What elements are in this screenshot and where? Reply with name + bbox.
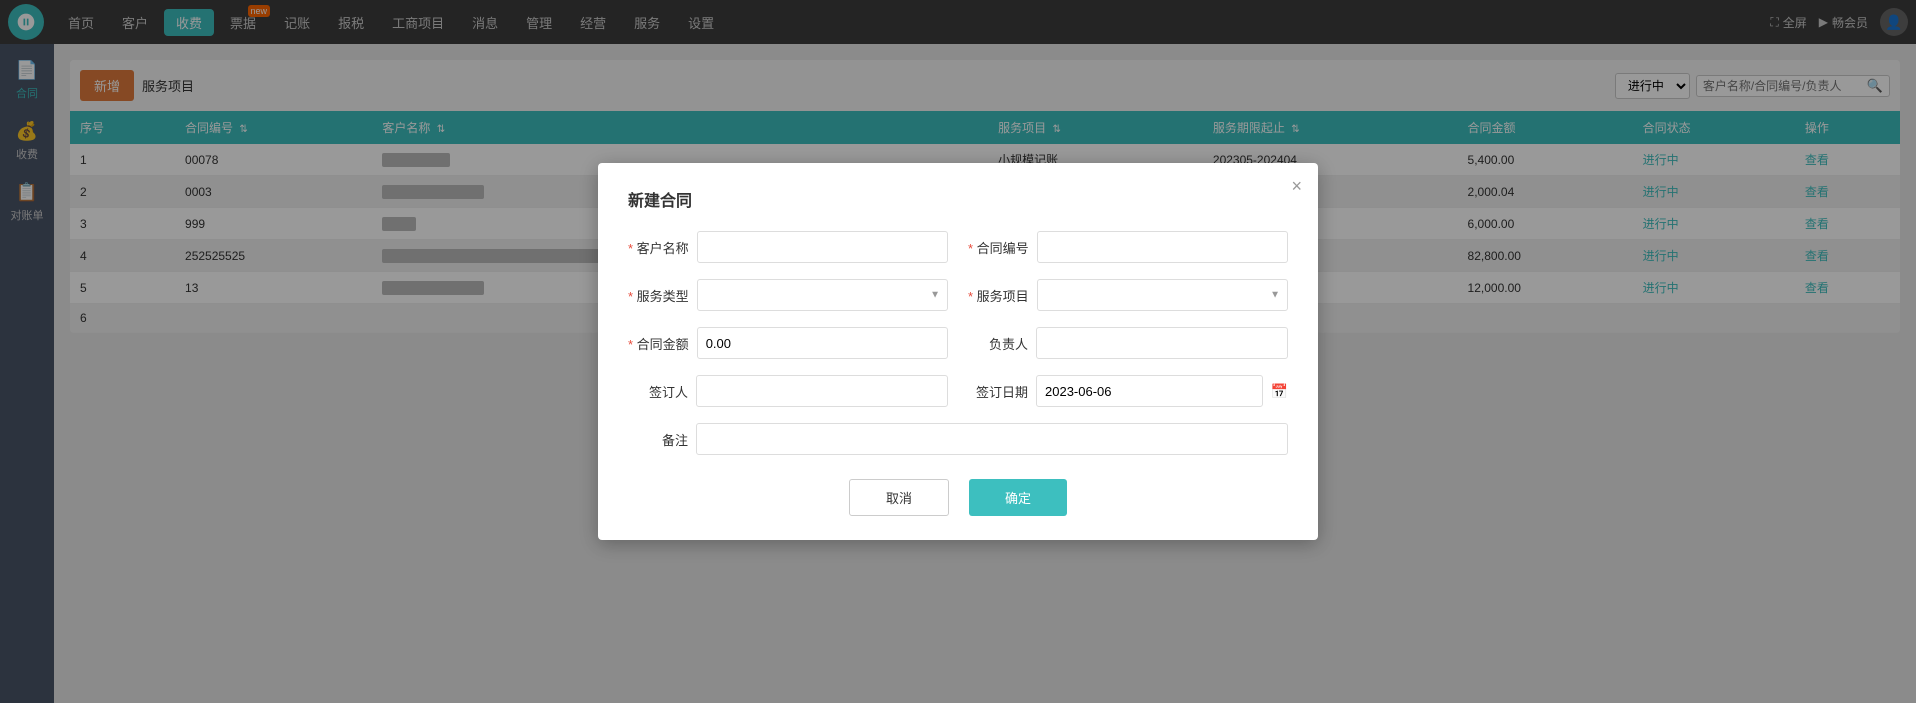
field-service-item: 服务项目 ▼ <box>968 279 1288 311</box>
signer-label: 签订人 <box>628 382 688 401</box>
service-item-label: 服务项目 <box>968 286 1029 305</box>
contract-no-input[interactable] <box>1037 231 1288 263</box>
responsible-person-input[interactable] <box>1036 327 1288 359</box>
form-row-1: 客户名称 合同编号 <box>628 231 1288 263</box>
form-row-5: 备注 <box>628 423 1288 455</box>
remark-input[interactable] <box>696 423 1288 455</box>
form-row-2: 服务类型 ▼ 服务项目 ▼ <box>628 279 1288 311</box>
service-item-select-wrap: ▼ <box>1037 279 1288 311</box>
contract-no-label: 合同编号 <box>968 238 1029 257</box>
customer-name-label: 客户名称 <box>628 238 689 257</box>
modal-overlay[interactable]: 新建合同 × 客户名称 合同编号 服务类型 <box>54 44 1916 703</box>
field-contract-no: 合同编号 <box>968 231 1288 263</box>
field-sign-date: 签订日期 📅 <box>968 375 1288 407</box>
customer-name-input[interactable] <box>697 231 948 263</box>
sign-date-input[interactable] <box>1036 375 1263 407</box>
content-area: 新增 服务项目 进行中 已完成 全部 🔍 <box>54 44 1916 703</box>
field-remark: 备注 <box>628 423 1288 455</box>
field-signer: 签订人 <box>628 375 948 407</box>
modal-title: 新建合同 <box>628 187 1288 211</box>
responsible-person-label: 负责人 <box>968 334 1028 353</box>
modal-close-button[interactable]: × <box>1291 177 1302 195</box>
field-service-type: 服务类型 ▼ <box>628 279 948 311</box>
confirm-button[interactable]: 确定 <box>969 479 1067 516</box>
form-row-3: 合同金额 负责人 <box>628 327 1288 359</box>
service-type-select[interactable] <box>697 279 948 311</box>
service-item-select[interactable] <box>1037 279 1288 311</box>
calendar-icon[interactable]: 📅 <box>1271 383 1288 400</box>
field-responsible-person: 负责人 <box>968 327 1288 359</box>
remark-label: 备注 <box>628 430 688 449</box>
field-contract-amount: 合同金额 <box>628 327 948 359</box>
signer-input[interactable] <box>696 375 948 407</box>
service-type-label: 服务类型 <box>628 286 689 305</box>
contract-amount-label: 合同金额 <box>628 334 689 353</box>
form-row-4: 签订人 签订日期 📅 <box>628 375 1288 407</box>
service-type-select-wrap: ▼ <box>697 279 948 311</box>
cancel-button[interactable]: 取消 <box>849 479 949 516</box>
new-contract-modal: 新建合同 × 客户名称 合同编号 服务类型 <box>598 163 1318 540</box>
field-customer-name: 客户名称 <box>628 231 948 263</box>
modal-footer: 取消 确定 <box>628 479 1288 516</box>
contract-amount-input[interactable] <box>697 327 948 359</box>
main-layout: 📄 合同 💰 收费 📋 对账单 新增 服务项目 进行中 已完成 <box>0 44 1916 703</box>
sign-date-label: 签订日期 <box>968 382 1028 401</box>
